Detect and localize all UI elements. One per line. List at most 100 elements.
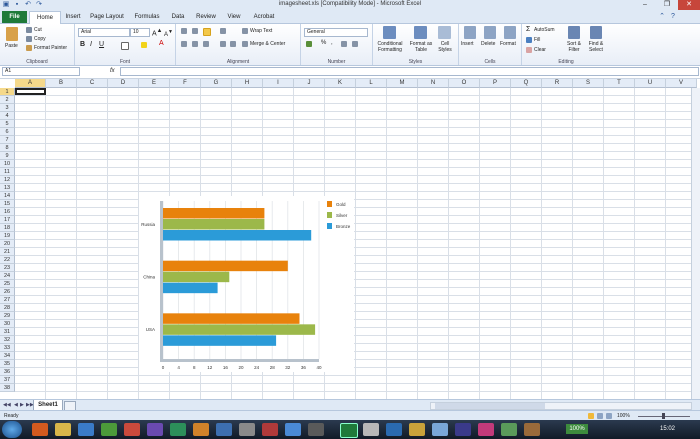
vertical-scrollbar[interactable]	[691, 88, 700, 399]
taskbar-explorer-icon[interactable]	[55, 423, 71, 436]
taskbar-app-icon[interactable]	[193, 423, 209, 436]
sort-filter-button[interactable]: Sort & Filter	[564, 41, 584, 53]
align-left-icon[interactable]	[181, 41, 187, 47]
row-header[interactable]: 14	[0, 192, 15, 200]
row-header[interactable]: 8	[0, 144, 15, 152]
first-sheet-icon[interactable]: ◀◀	[3, 402, 11, 408]
worksheet-grid[interactable]: ABCDEFGHIJKLMNOPQRSTUV 1 2 3 4 5 6 7 8 9 10 11 12 13…	[0, 79, 700, 399]
shrink-font-icon[interactable]: A▼	[164, 29, 173, 38]
row-header[interactable]: 19	[0, 232, 15, 240]
taskbar-app-icon[interactable]	[501, 423, 517, 436]
formula-input[interactable]	[120, 67, 699, 76]
column-header[interactable]: B	[46, 79, 77, 88]
copy-button[interactable]: Copy	[34, 36, 46, 42]
tab-page-layout[interactable]: Page Layout	[88, 11, 126, 23]
taskbar-app-icon[interactable]	[285, 423, 301, 436]
column-header[interactable]: V	[666, 79, 697, 88]
paste-button[interactable]: Paste	[5, 43, 18, 49]
row-header[interactable]: 12	[0, 176, 15, 184]
row-header[interactable]: 16	[0, 208, 15, 216]
borders-icon[interactable]	[121, 42, 129, 50]
row-header[interactable]: 27	[0, 296, 15, 304]
font-color-icon[interactable]: A	[159, 40, 164, 47]
row-header[interactable]: 15	[0, 200, 15, 208]
page-layout-view-icon[interactable]	[597, 413, 603, 419]
fill-color-icon[interactable]	[141, 42, 147, 48]
horizontal-scroll-thumb[interactable]	[435, 403, 545, 409]
row-header[interactable]: 22	[0, 256, 15, 264]
format-button[interactable]: Format	[500, 41, 516, 47]
row-header[interactable]: 5	[0, 120, 15, 128]
row-header[interactable]: 31	[0, 328, 15, 336]
underline-icon[interactable]: U	[99, 41, 104, 48]
chart[interactable]: 0 4 8 12 16 20 24 28 32 36 40 Russia China USA Gold Sil…	[139, 196, 354, 372]
column-header[interactable]: N	[418, 79, 449, 88]
taskbar-excel-icon[interactable]	[340, 423, 358, 438]
row-header[interactable]: 38	[0, 384, 15, 392]
clear-button[interactable]: Clear	[534, 47, 546, 53]
taskbar-app-icon[interactable]	[239, 423, 255, 436]
format-painter-button[interactable]: Format Painter	[34, 45, 67, 51]
name-box[interactable]: A1	[2, 67, 80, 76]
row-header[interactable]: 1	[0, 88, 15, 96]
column-header[interactable]: I	[263, 79, 294, 88]
column-header[interactable]: M	[387, 79, 418, 88]
tab-insert[interactable]: Insert	[62, 11, 84, 23]
column-header[interactable]: L	[356, 79, 387, 88]
taskbar-app-icon[interactable]	[262, 423, 278, 436]
ribbon-minimize-icon[interactable]: ⌃	[658, 13, 666, 21]
orientation-icon[interactable]	[220, 28, 226, 34]
maximize-button[interactable]: ❐	[656, 0, 678, 10]
align-center-icon[interactable]	[192, 41, 198, 47]
row-header[interactable]: 24	[0, 272, 15, 280]
zoom-level[interactable]: 100%	[617, 413, 630, 419]
row-header[interactable]: 3	[0, 104, 15, 112]
taskbar-app-icon[interactable]	[216, 423, 232, 436]
row-header[interactable]: 9	[0, 152, 15, 160]
insert-button[interactable]: Insert	[461, 41, 474, 47]
row-header[interactable]: 23	[0, 264, 15, 272]
row-header[interactable]: 10	[0, 160, 15, 168]
taskbar-app-icon[interactable]	[432, 423, 448, 436]
row-header[interactable]: 6	[0, 128, 15, 136]
taskbar-app-icon[interactable]	[455, 423, 471, 436]
taskbar-app-icon[interactable]	[78, 423, 94, 436]
active-cell-a1[interactable]	[15, 88, 46, 95]
column-header[interactable]: A	[15, 79, 46, 88]
currency-icon[interactable]	[306, 41, 312, 47]
row-header[interactable]: 36	[0, 368, 15, 376]
column-header[interactable]: C	[77, 79, 108, 88]
taskbar-app-icon[interactable]	[170, 423, 186, 436]
autosum-button[interactable]: AutoSum	[534, 27, 555, 33]
taskbar-app-icon[interactable]	[363, 423, 379, 436]
prev-sheet-icon[interactable]: ◀	[14, 402, 18, 408]
taskbar-app-icon[interactable]	[478, 423, 494, 436]
column-header[interactable]: F	[170, 79, 201, 88]
taskbar-app-icon[interactable]	[409, 423, 425, 436]
tab-data[interactable]: Data	[168, 11, 188, 23]
tab-acrobat[interactable]: Acrobat	[250, 11, 278, 23]
close-button[interactable]: ✕	[678, 0, 700, 10]
help-icon[interactable]: ?	[669, 13, 677, 21]
page-break-view-icon[interactable]	[606, 413, 612, 419]
column-header[interactable]: O	[449, 79, 480, 88]
cell-styles-button[interactable]: Cell Styles	[435, 41, 455, 53]
decrease-indent-icon[interactable]	[220, 41, 226, 47]
column-header[interactable]: Q	[511, 79, 542, 88]
horizontal-scrollbar[interactable]	[430, 402, 692, 410]
row-header[interactable]: 18	[0, 224, 15, 232]
row-header[interactable]: 26	[0, 288, 15, 296]
wrap-text-button[interactable]: Wrap Text	[250, 28, 272, 34]
row-header[interactable]: 32	[0, 336, 15, 344]
column-header[interactable]: T	[604, 79, 635, 88]
tab-formulas[interactable]: Formulas	[132, 11, 162, 23]
tab-file[interactable]: File	[2, 11, 27, 23]
row-header[interactable]: 17	[0, 216, 15, 224]
delete-button[interactable]: Delete	[481, 41, 495, 47]
column-header[interactable]: K	[325, 79, 356, 88]
row-header[interactable]: 30	[0, 320, 15, 328]
column-header[interactable]: J	[294, 79, 325, 88]
align-top-icon[interactable]	[181, 28, 187, 34]
row-header[interactable]: 37	[0, 376, 15, 384]
column-header[interactable]: G	[201, 79, 232, 88]
